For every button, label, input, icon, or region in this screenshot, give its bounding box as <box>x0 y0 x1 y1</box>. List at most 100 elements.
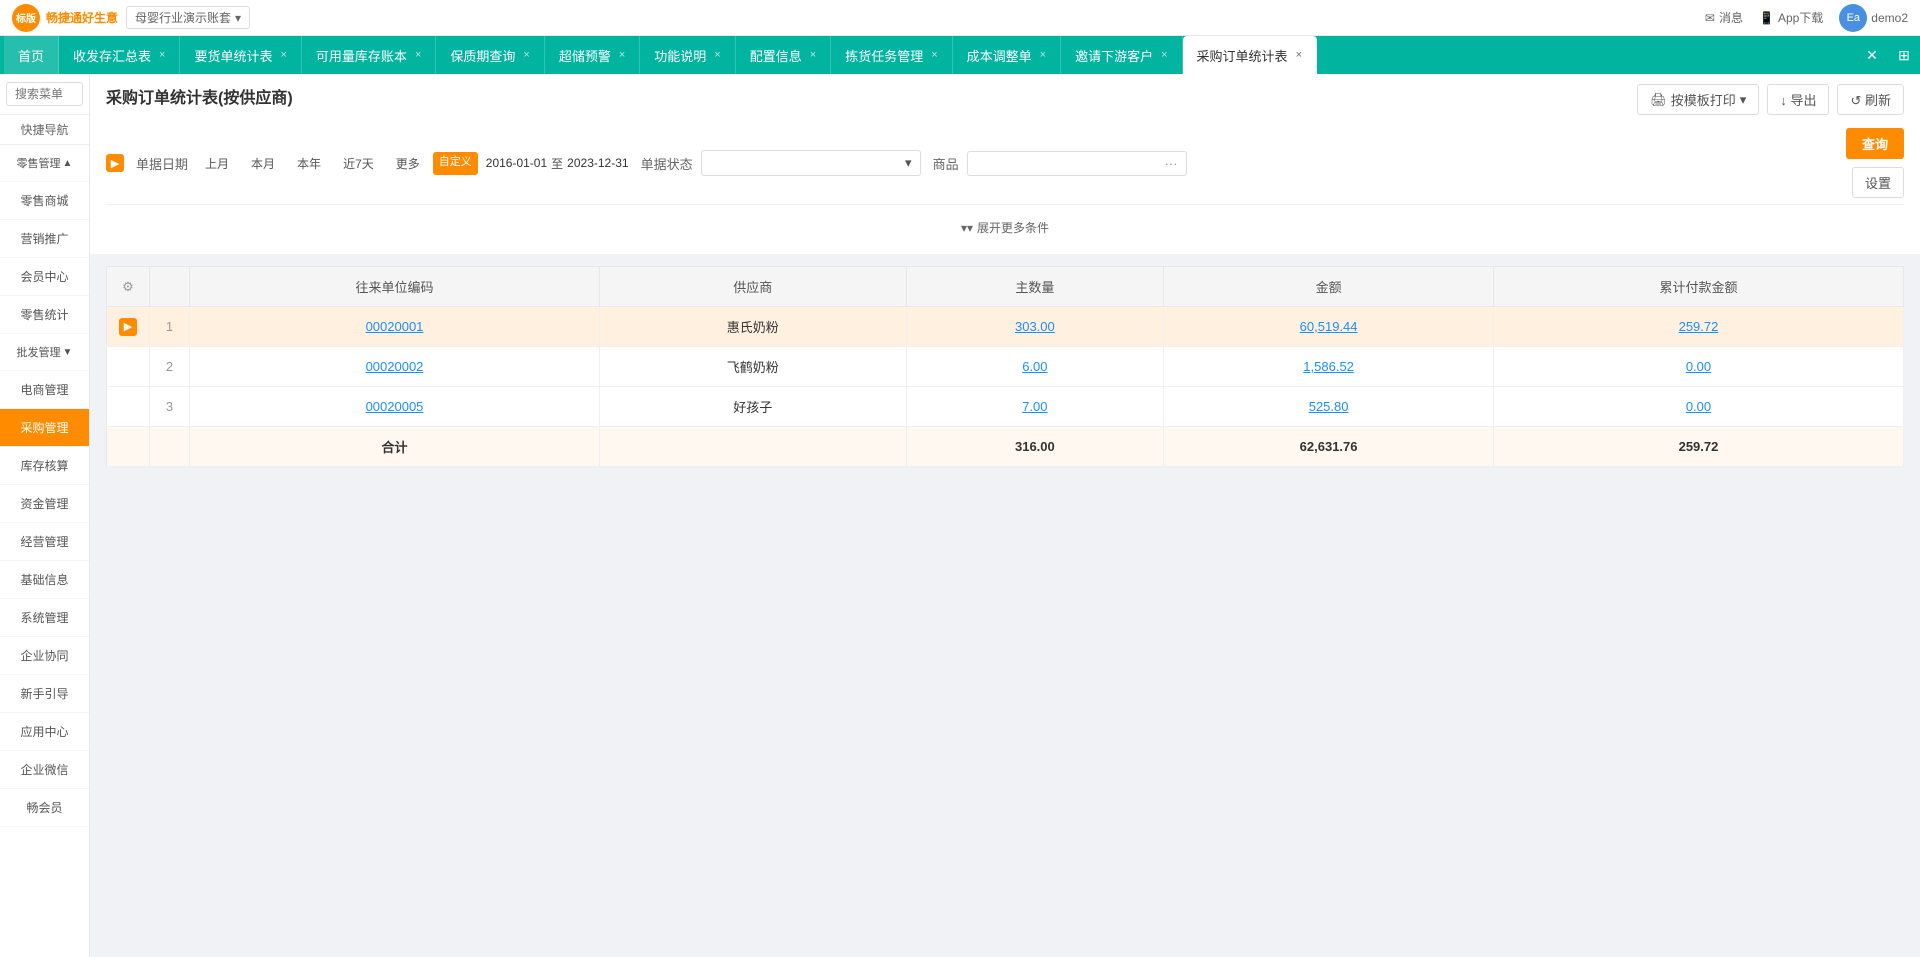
tab-requisition[interactable]: 要货单统计表 × <box>180 36 301 74</box>
tab-cost-adjust[interactable]: 成本调整单 × <box>953 36 1061 74</box>
print-button[interactable]: 🖨 按模板打印 ▾ <box>1637 84 1759 115</box>
custom-date-badge[interactable]: 自定义 <box>433 152 478 175</box>
tab-overstock[interactable]: 超储预警 × <box>545 36 640 74</box>
tab-purchase-summary-close[interactable]: × <box>1296 49 1302 61</box>
nav-menu-button[interactable]: ⊞ <box>1888 36 1920 74</box>
sidebar-item-operation[interactable]: 经营管理 <box>0 523 89 561</box>
tab-config-info[interactable]: 配置信息 × <box>736 36 831 74</box>
date-btn-7days[interactable]: 近7天 <box>334 152 383 175</box>
tab-inventory-book[interactable]: 可用量库存账本 × <box>302 36 436 74</box>
query-button[interactable]: 查询 <box>1846 128 1904 159</box>
tab-home[interactable]: 首页 <box>4 36 59 74</box>
row3-unit-code-link[interactable]: 00020005 <box>366 399 424 414</box>
row1-main-qty: 303.00 <box>906 307 1164 347</box>
row1-paid-amount-link[interactable]: 259.72 <box>1679 319 1719 334</box>
sidebar-item-new-guide[interactable]: 新手引导 <box>0 675 89 713</box>
sidebar-item-member-center[interactable]: 会员中心 <box>0 258 89 296</box>
tab-config-info-close[interactable]: × <box>810 49 816 61</box>
row2-paid-amount-link[interactable]: 0.00 <box>1686 359 1711 374</box>
row3-amount-link[interactable]: 525.80 <box>1309 399 1349 414</box>
sidebar-item-vip-member[interactable]: 畅会员 <box>0 789 89 827</box>
tab-purchase-summary[interactable]: 采购订单统计表 × <box>1183 36 1317 74</box>
sidebar-item-basic-info[interactable]: 基础信息 <box>0 561 89 599</box>
sidebar-item-marketing[interactable]: 营销推广 <box>0 220 89 258</box>
col-paid-amount: 累计付款金额 <box>1493 267 1903 307</box>
tab-expiry-query[interactable]: 保质期查询 × <box>436 36 544 74</box>
sidebar-item-system[interactable]: 系统管理 <box>0 599 89 637</box>
sidebar-item-app-center[interactable]: 应用中心 <box>0 713 89 751</box>
row3-main-qty-link[interactable]: 7.00 <box>1022 399 1047 414</box>
row2-main-qty-link[interactable]: 6.00 <box>1022 359 1047 374</box>
row2-paid-amount: 0.00 <box>1493 347 1903 387</box>
tab-function-desc[interactable]: 功能说明 × <box>640 36 735 74</box>
sidebar-item-retail-stats[interactable]: 零售统计 <box>0 296 89 334</box>
refresh-button[interactable]: ↺ 刷新 <box>1837 84 1904 115</box>
date-btn-last-month[interactable]: 上月 <box>196 152 238 175</box>
tab-invite-downstream[interactable]: 邀请下游客户 × <box>1061 36 1182 74</box>
sidebar-item-wholesale[interactable]: 批发管理 ▼ <box>0 334 89 371</box>
nav-tabs-end: ✕ ⊞ <box>1856 36 1920 74</box>
row3-paid-amount-link[interactable]: 0.00 <box>1686 399 1711 414</box>
retail-manage-label: 零售管理 <box>17 155 61 171</box>
row2-amount-link[interactable]: 1,586.52 <box>1303 359 1354 374</box>
sidebar-item-inventory-check[interactable]: 库存核算 <box>0 447 89 485</box>
sidebar-item-retail-manage[interactable]: 零售管理 ▲ <box>0 145 89 182</box>
message-action[interactable]: ✉ 消息 <box>1705 9 1743 26</box>
filter-expand-toggle[interactable]: ▶ <box>106 154 124 172</box>
search-input[interactable] <box>6 82 83 106</box>
sidebar-item-enterprise-collab[interactable]: 企业协同 <box>0 637 89 675</box>
date-btn-this-year[interactable]: 本年 <box>288 152 330 175</box>
table-footer-row: 合计 316.00 62,631.76 259.72 <box>107 427 1904 467</box>
tab-invite-downstream-close[interactable]: × <box>1161 49 1167 61</box>
date-range-display: 2016-01-01 至 2023-12-31 <box>486 155 629 172</box>
app-download-action[interactable]: 📱 App下载 <box>1759 9 1823 26</box>
row1-main-qty-link[interactable]: 303.00 <box>1015 319 1055 334</box>
export-button[interactable]: ↓ 导出 <box>1767 84 1829 115</box>
product-input[interactable]: ··· <box>967 151 1187 176</box>
tab-picking-task-close[interactable]: × <box>931 49 937 61</box>
export-icon: ↓ <box>1780 93 1787 108</box>
row1-amount-link[interactable]: 60,519.44 <box>1300 319 1358 334</box>
footer-main-qty: 316.00 <box>906 427 1164 467</box>
workspace-selector[interactable]: 母婴行业演示账套 ▾ <box>126 6 250 29</box>
tab-expiry-query-label: 保质期查询 <box>450 46 515 65</box>
sidebar-item-enterprise-wechat[interactable]: 企业微信 <box>0 751 89 789</box>
table-container: ⚙ 往来单位编码 供应商 主数量 金额 累计付款金额 ▶ <box>90 254 1920 957</box>
tab-receive-send-label: 收发存汇总表 <box>73 46 151 65</box>
tab-cost-adjust-close[interactable]: × <box>1040 49 1046 61</box>
sidebar-item-purchase-manage[interactable]: 采购管理 <box>0 409 89 447</box>
tab-function-desc-close[interactable]: × <box>714 49 720 61</box>
tab-picking-task[interactable]: 拣货任务管理 × <box>831 36 952 74</box>
col-row-num <box>150 267 190 307</box>
tab-expiry-query-close[interactable]: × <box>523 49 529 61</box>
user-profile[interactable]: Ea demo2 <box>1839 4 1908 32</box>
sidebar-item-retail-shop[interactable]: 零售商城 <box>0 182 89 220</box>
footer-amount: 62,631.76 <box>1164 427 1494 467</box>
sidebar-item-quick-nav[interactable]: 快捷导航 <box>0 115 89 145</box>
sidebar-item-ecommerce[interactable]: 电商管理 <box>0 371 89 409</box>
tab-receive-send-close[interactable]: × <box>159 49 165 61</box>
tab-receive-send[interactable]: 收发存汇总表 × <box>59 36 180 74</box>
row1-expand-icon[interactable]: ▶ <box>119 318 137 336</box>
status-filter-group: 单据状态 ▾ <box>641 150 921 176</box>
product-label: 商品 <box>933 154 959 173</box>
date-btn-this-month[interactable]: 本月 <box>242 152 284 175</box>
sidebar-item-finance[interactable]: 资金管理 <box>0 485 89 523</box>
row2-unit-code-link[interactable]: 00020002 <box>366 359 424 374</box>
settings-button[interactable]: 设置 <box>1852 167 1904 198</box>
wholesale-label: 批发管理 <box>17 344 61 360</box>
tab-requisition-close[interactable]: × <box>280 49 286 61</box>
tab-inventory-book-close[interactable]: × <box>415 49 421 61</box>
tab-requisition-label: 要货单统计表 <box>194 46 272 65</box>
settings-column-icon[interactable]: ⚙ <box>122 279 134 294</box>
expand-more-button[interactable]: ▾▾ 展开更多条件 <box>953 211 1057 244</box>
row2-unit-code: 00020002 <box>190 347 600 387</box>
ecommerce-label: 电商管理 <box>20 383 68 397</box>
logo-icon: 标版 <box>12 4 40 32</box>
row1-unit-code-link[interactable]: 00020001 <box>366 319 424 334</box>
status-select[interactable]: ▾ <box>701 150 921 176</box>
date-btn-more[interactable]: 更多 <box>387 152 429 175</box>
nav-close-all-button[interactable]: ✕ <box>1856 36 1888 74</box>
date-from-label: 2016-01-01 <box>486 156 547 170</box>
tab-overstock-close[interactable]: × <box>619 49 625 61</box>
